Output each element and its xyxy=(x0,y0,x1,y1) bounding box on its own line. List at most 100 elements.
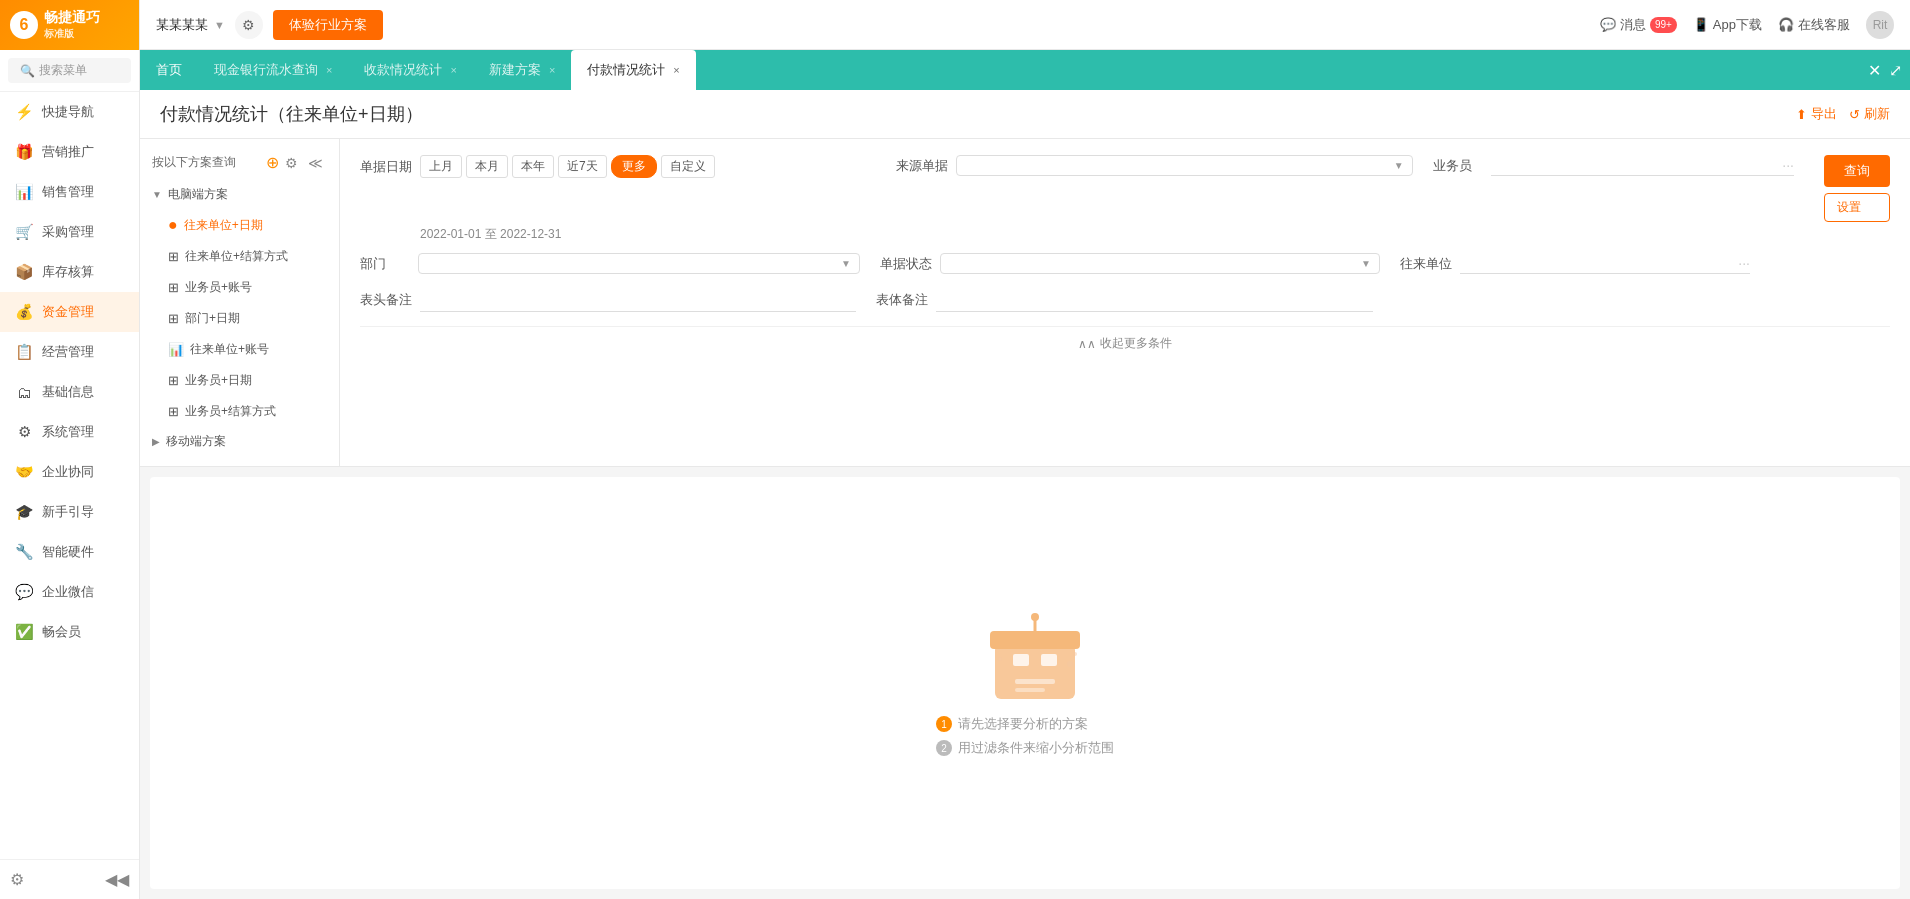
page-title: 付款情况统计（往来单位+日期） xyxy=(160,102,423,126)
data-area: 1 请先选择要分析的方案 2 用过滤条件来缩小分析范围 xyxy=(150,477,1900,889)
source-dropdown-icon: ▼ xyxy=(1394,160,1404,171)
sidebar-item-marketing[interactable]: 🎁 营销推广 xyxy=(0,132,139,172)
dept-select[interactable]: ▼ xyxy=(418,253,860,274)
filter-group-source: 来源单据 ▼ xyxy=(896,155,1412,176)
sidebar-item-purchase[interactable]: 🛒 采购管理 xyxy=(0,212,139,252)
operations-icon: 📋 xyxy=(14,342,34,362)
collapse-scheme-icon[interactable]: ≪ xyxy=(304,155,327,171)
maximize-icon[interactable]: ⤢ xyxy=(1889,61,1902,80)
date-range-text: 2022-01-01 至 2022-12-31 xyxy=(420,227,561,241)
sidebar-item-basic-info[interactable]: 🗂 基础信息 xyxy=(0,372,139,412)
header-right: 💬 消息 99+ 📱 App下载 🎧 在线客服 Rit xyxy=(1600,11,1894,39)
body-remark-input[interactable] xyxy=(936,288,1372,312)
body-remark-label: 表体备注 xyxy=(876,291,928,309)
scheme-table-icon: ⊞ xyxy=(168,373,179,388)
sidebar-item-vip[interactable]: ✅ 畅会员 xyxy=(0,612,139,652)
tab-label: 现金银行流水查询 xyxy=(214,61,318,79)
counterparty-label: 往来单位 xyxy=(1400,255,1452,273)
date-btn-more[interactable]: 更多 xyxy=(611,155,657,178)
scheme-item-salesperson-settlement[interactable]: ⊞ 业务员+结算方式 xyxy=(140,396,339,427)
sidebar-item-hardware[interactable]: 🔧 智能硬件 xyxy=(0,532,139,572)
user-avatar[interactable]: Rit xyxy=(1866,11,1894,39)
filter-row-2: 部门 ▼ 单据状态 ▼ 往来单位 xyxy=(360,253,1890,274)
sidebar-item-cooperation[interactable]: 🤝 企业协同 xyxy=(0,452,139,492)
cooperation-icon: 🤝 xyxy=(14,462,34,482)
scheme-item-counterparty-account[interactable]: 📊 往来单位+账号 xyxy=(140,334,339,365)
sidebar-item-inventory[interactable]: 📦 库存核算 xyxy=(0,252,139,292)
sidebar-search-area[interactable]: 🔍 搜索菜单 xyxy=(0,50,139,92)
export-label: 导出 xyxy=(1811,105,1837,123)
tab-bar: 首页 现金银行流水查询 × 收款情况统计 × 新建方案 × 付款情况统计 × ✕… xyxy=(140,50,1910,90)
tab-close-icon[interactable]: × xyxy=(673,64,679,76)
vip-icon: ✅ xyxy=(14,622,34,642)
scheme-group-desktop[interactable]: ▼ 电脑端方案 xyxy=(140,180,339,209)
scheme-item-dept-date[interactable]: ⊞ 部门+日期 xyxy=(140,303,339,334)
close-all-tabs-icon[interactable]: ✕ xyxy=(1868,61,1881,80)
notifications-button[interactable]: 💬 消息 99+ xyxy=(1600,16,1677,34)
sidebar-item-system[interactable]: ⚙ 系统管理 xyxy=(0,412,139,452)
scheme-item-salesperson-account[interactable]: ⊞ 业务员+账号 xyxy=(140,272,339,303)
date-btn-7days[interactable]: 近7天 xyxy=(558,155,607,178)
tab-close-icon[interactable]: × xyxy=(450,64,456,76)
online-service-button[interactable]: 🎧 在线客服 xyxy=(1778,16,1850,34)
filter-row-3: 表头备注 表体备注 xyxy=(360,288,1890,312)
app-download-button[interactable]: 📱 App下载 xyxy=(1693,16,1762,34)
wechat-icon: 💬 xyxy=(14,582,34,602)
head-remark-label: 表头备注 xyxy=(360,291,412,309)
counterparty-more-icon[interactable]: ··· xyxy=(1738,255,1750,271)
source-select[interactable]: ▼ xyxy=(956,155,1412,176)
sidebar-item-finance[interactable]: 💰 资金管理 xyxy=(0,292,139,332)
finance-icon: 💰 xyxy=(14,302,34,322)
system-icon: ⚙ xyxy=(14,422,34,442)
settings-scheme-icon[interactable]: ⚙ xyxy=(285,155,298,171)
sidebar-item-operations[interactable]: 📋 经营管理 xyxy=(0,332,139,372)
sidebar-item-quick-nav[interactable]: ⚡ 快捷导航 xyxy=(0,92,139,132)
date-btn-this-month[interactable]: 本月 xyxy=(466,155,508,178)
collapse-more-button[interactable]: ∧∧ 收起更多条件 xyxy=(360,326,1890,360)
tab-bank-flow[interactable]: 现金银行流水查询 × xyxy=(198,50,348,90)
date-btn-custom[interactable]: 自定义 xyxy=(661,155,715,178)
app-download-label: App下载 xyxy=(1713,16,1762,34)
empty-state: 1 请先选择要分析的方案 2 用过滤条件来缩小分析范围 xyxy=(936,609,1114,757)
sidebar-item-sales[interactable]: 📊 销售管理 xyxy=(0,172,139,212)
tab-payment-stat[interactable]: 付款情况统计 × xyxy=(571,50,695,90)
filter-group-date: 单据日期 上月 本月 本年 近7天 更多 自定义 xyxy=(360,155,876,178)
settings-link[interactable]: 设置 xyxy=(1824,193,1890,222)
sales-icon: 📊 xyxy=(14,182,34,202)
refresh-label: 刷新 xyxy=(1864,105,1890,123)
header-settings-button[interactable]: ⚙ xyxy=(235,11,263,39)
tab-close-icon[interactable]: × xyxy=(326,64,332,76)
date-btn-this-year[interactable]: 本年 xyxy=(512,155,554,178)
export-button[interactable]: ⬆ 导出 xyxy=(1796,105,1837,123)
search-box[interactable]: 🔍 搜索菜单 xyxy=(8,58,131,83)
scheme-item-counterparty-date[interactable]: ● 往来单位+日期 xyxy=(140,209,339,241)
collapse-label: 收起更多条件 xyxy=(1100,335,1172,352)
tab-collection-stat[interactable]: 收款情况统计 × xyxy=(348,50,472,90)
more-options-icon[interactable]: ··· xyxy=(1782,157,1794,173)
filter-panel: 单据日期 上月 本月 本年 近7天 更多 自定义 来源单据 xyxy=(340,139,1910,466)
footer-settings-icon[interactable]: ⚙ xyxy=(10,870,24,889)
date-btn-last-month[interactable]: 上月 xyxy=(420,155,462,178)
sidebar-item-wechat[interactable]: 💬 企业微信 xyxy=(0,572,139,612)
filter-group-head-remark: 表头备注 xyxy=(360,288,856,312)
group-arrow-icon: ▼ xyxy=(152,189,162,200)
trial-button[interactable]: 体验行业方案 xyxy=(273,10,383,40)
head-remark-input[interactable] xyxy=(420,288,856,312)
doc-status-select[interactable]: ▼ xyxy=(940,253,1380,274)
tab-new-scheme[interactable]: 新建方案 × xyxy=(473,50,571,90)
tab-home[interactable]: 首页 xyxy=(140,50,198,90)
scheme-group-mobile[interactable]: ▶ 移动端方案 xyxy=(140,427,339,456)
scheme-item-salesperson-date[interactable]: ⊞ 业务员+日期 xyxy=(140,365,339,396)
company-selector[interactable]: 某某某某 ▼ xyxy=(156,16,225,34)
tab-close-icon[interactable]: × xyxy=(549,64,555,76)
sidebar-item-guide[interactable]: 🎓 新手引导 xyxy=(0,492,139,532)
scheme-item-label: 业务员+结算方式 xyxy=(185,403,276,420)
svg-rect-3 xyxy=(1041,654,1057,666)
empty-tips: 1 请先选择要分析的方案 2 用过滤条件来缩小分析范围 xyxy=(936,715,1114,757)
footer-collapse-icon[interactable]: ◀◀ xyxy=(105,870,129,889)
refresh-button[interactable]: ↺ 刷新 xyxy=(1849,105,1890,123)
scheme-item-counterparty-settlement[interactable]: ⊞ 往来单位+结算方式 xyxy=(140,241,339,272)
scheme-header-label: 按以下方案查询 xyxy=(152,154,236,171)
query-button[interactable]: 查询 xyxy=(1824,155,1890,187)
add-scheme-icon[interactable]: ⊕ xyxy=(266,153,279,172)
